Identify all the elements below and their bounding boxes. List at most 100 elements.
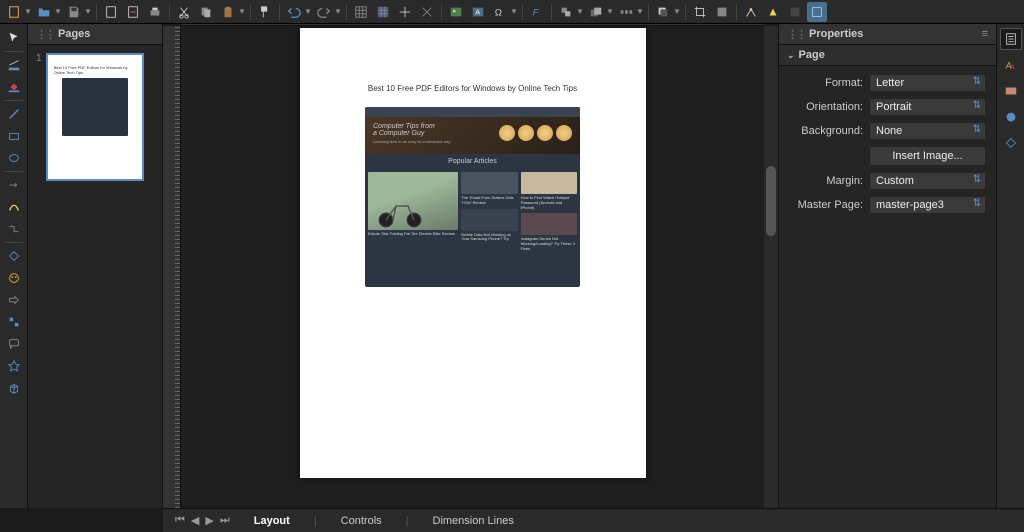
- main-toolbar: ▼ ▼ ▼ ▼ ▼ ▼ A Ω ▼ F ▼ ▼ ▼ ▼: [0, 0, 1024, 24]
- undo-icon[interactable]: [284, 2, 304, 22]
- document-page[interactable]: Best 10 Free PDF Editors for Windows by …: [300, 28, 646, 478]
- special-char-icon[interactable]: Ω: [490, 2, 510, 22]
- grid-icon[interactable]: [351, 2, 371, 22]
- vertical-ruler[interactable]: [163, 26, 181, 508]
- canvas-area: 112345678 Best 10 Free PDF Editors for W…: [163, 24, 778, 508]
- properties-panel: ⋮⋮Properties≡ ⌄Page Format: Letter Orient…: [778, 24, 1024, 508]
- svg-text:A: A: [1010, 64, 1015, 71]
- arrow-tool-icon[interactable]: [3, 175, 25, 195]
- prev-page-icon[interactable]: ◀: [191, 514, 199, 527]
- tab-controls[interactable]: Controls: [335, 515, 388, 527]
- left-toolbar: [0, 24, 28, 508]
- vertical-scrollbar[interactable]: [764, 26, 778, 508]
- dropdown-icon[interactable]: ▼: [304, 7, 312, 16]
- line-tool-icon[interactable]: [3, 104, 25, 124]
- navigator-tab-icon[interactable]: [1000, 106, 1022, 128]
- connector-tool-icon[interactable]: [3, 219, 25, 239]
- tab-dimension-lines[interactable]: Dimension Lines: [427, 515, 520, 527]
- gallery-tab-icon[interactable]: [1000, 80, 1022, 102]
- export-pdf-icon[interactable]: [101, 2, 121, 22]
- extrusion-icon[interactable]: [763, 2, 783, 22]
- shadow-icon[interactable]: [653, 2, 673, 22]
- svg-text:A: A: [475, 9, 480, 16]
- first-page-icon[interactable]: ⏮: [175, 514, 185, 527]
- clone-format-icon[interactable]: [255, 2, 275, 22]
- symbol-shapes-icon[interactable]: [3, 268, 25, 288]
- cut-icon[interactable]: [174, 2, 194, 22]
- dropdown-icon[interactable]: ▼: [238, 7, 246, 16]
- snap-grid-icon[interactable]: [373, 2, 393, 22]
- ellipse-tool-icon[interactable]: [3, 148, 25, 168]
- dropdown-icon[interactable]: ▼: [576, 7, 584, 16]
- last-page-icon[interactable]: ⏭: [220, 514, 230, 527]
- dropdown-icon[interactable]: ▼: [606, 7, 614, 16]
- new-doc-icon[interactable]: [4, 2, 24, 22]
- rect-tool-icon[interactable]: [3, 126, 25, 146]
- insert-image-icon[interactable]: [446, 2, 466, 22]
- background-label: Background:: [789, 125, 863, 137]
- document-title-text: Best 10 Free PDF Editors for Windows by …: [368, 84, 577, 93]
- fontwork-icon[interactable]: F: [527, 2, 547, 22]
- page-thumbnail[interactable]: Best 10 Free PDF Editors for Windows by …: [46, 53, 144, 181]
- 3d-objects-icon[interactable]: [3, 378, 25, 398]
- page-nav: ⏮ ◀ ▶ ⏭: [175, 514, 230, 527]
- properties-tab-icon[interactable]: [1000, 28, 1022, 50]
- export-icon[interactable]: [123, 2, 143, 22]
- draw-functions-icon[interactable]: [807, 2, 827, 22]
- page-section-header[interactable]: ⌄Page: [779, 45, 996, 66]
- arrange-icon[interactable]: [586, 2, 606, 22]
- next-page-icon[interactable]: ▶: [205, 514, 213, 527]
- helplines-icon[interactable]: [417, 2, 437, 22]
- save-icon[interactable]: [64, 2, 84, 22]
- distribute-icon[interactable]: [616, 2, 636, 22]
- line-color-icon[interactable]: [3, 55, 25, 75]
- tab-layout[interactable]: Layout: [248, 515, 296, 527]
- dropdown-icon[interactable]: ▼: [510, 7, 518, 16]
- dropdown-icon[interactable]: ▼: [673, 7, 681, 16]
- sidebar-tabs: AA: [996, 24, 1024, 508]
- orientation-label: Orientation:: [789, 101, 863, 113]
- document-canvas[interactable]: Best 10 Free PDF Editors for Windows by …: [181, 26, 764, 508]
- select-tool-icon[interactable]: [3, 28, 25, 48]
- redo-icon[interactable]: [314, 2, 334, 22]
- curve-tool-icon[interactable]: [3, 197, 25, 217]
- callout-icon[interactable]: [3, 334, 25, 354]
- filter-icon[interactable]: [712, 2, 732, 22]
- dropdown-icon[interactable]: ▼: [84, 7, 92, 16]
- print-icon[interactable]: [145, 2, 165, 22]
- fill-color-icon[interactable]: [3, 77, 25, 97]
- stars-icon[interactable]: [3, 356, 25, 376]
- toggle-icon[interactable]: [785, 2, 805, 22]
- open-icon[interactable]: [34, 2, 54, 22]
- styles-tab-icon[interactable]: AA: [1000, 54, 1022, 76]
- dropdown-icon[interactable]: ▼: [334, 7, 342, 16]
- shapes-tab-icon[interactable]: [1000, 132, 1022, 154]
- margin-select[interactable]: Custom: [869, 172, 986, 190]
- pages-panel: ⋮⋮Pages 1 Best 10 Free PDF Editors for W…: [28, 24, 163, 508]
- pages-panel-header: ⋮⋮Pages: [28, 24, 162, 45]
- master-page-label: Master Page:: [789, 199, 863, 211]
- orientation-select[interactable]: Portrait: [869, 98, 986, 116]
- guides-icon[interactable]: [395, 2, 415, 22]
- basic-shapes-icon[interactable]: [3, 246, 25, 266]
- svg-text:Ω: Ω: [495, 7, 502, 18]
- crop-icon[interactable]: [690, 2, 710, 22]
- paste-icon[interactable]: [218, 2, 238, 22]
- dropdown-icon[interactable]: ▼: [54, 7, 62, 16]
- format-select[interactable]: Letter: [869, 74, 986, 92]
- align-icon[interactable]: [556, 2, 576, 22]
- textbox-icon[interactable]: A: [468, 2, 488, 22]
- insert-image-button[interactable]: Insert Image...: [869, 146, 986, 166]
- master-page-select[interactable]: master-page3: [869, 196, 986, 214]
- properties-header: ⋮⋮Properties≡: [779, 24, 996, 45]
- flowchart-icon[interactable]: [3, 312, 25, 332]
- dropdown-icon[interactable]: ▼: [24, 7, 32, 16]
- dropdown-icon[interactable]: ▼: [636, 7, 644, 16]
- block-arrows-icon[interactable]: [3, 290, 25, 310]
- format-label: Format:: [789, 77, 863, 89]
- gluepoints-icon[interactable]: [741, 2, 761, 22]
- svg-text:F: F: [533, 7, 540, 18]
- embedded-screenshot: Computer Tips from a Computer Guy Learni…: [365, 107, 580, 287]
- copy-icon[interactable]: [196, 2, 216, 22]
- background-select[interactable]: None: [869, 122, 986, 140]
